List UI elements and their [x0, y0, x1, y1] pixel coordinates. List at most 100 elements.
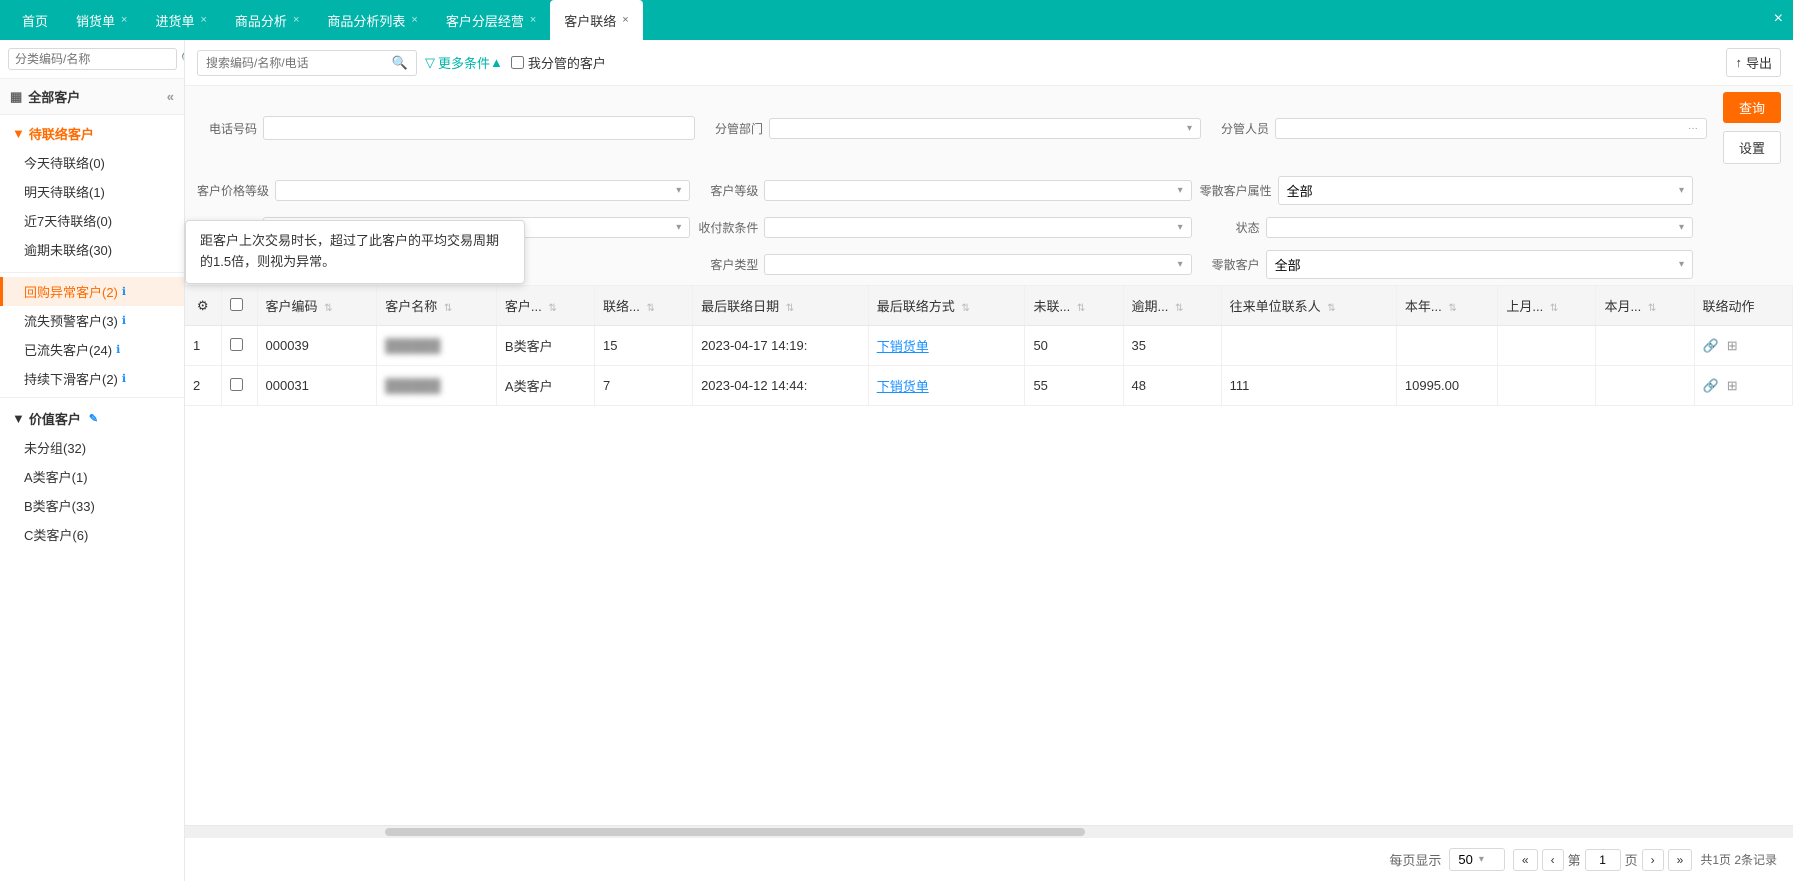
export-button[interactable]: ↑ 导出 [1726, 48, 1781, 77]
my-customer-checkbox[interactable]: 我分管的客户 [511, 53, 606, 72]
content-area: 🔍 ▽ 更多条件 ▲ 我分管的客户 ↑ 导出 电话号码 [185, 40, 1793, 881]
td-name-2[interactable]: ██████ [377, 366, 497, 406]
sidebar-item-7days[interactable]: 近7天待联络(0) [0, 206, 184, 235]
prev-page-button[interactable]: ‹ [1542, 849, 1564, 871]
th-settings[interactable]: ⚙ [185, 286, 221, 326]
info-icon-declining[interactable]: ℹ [122, 372, 126, 385]
gender-chevron-icon: ▾ [676, 222, 681, 233]
phone-input[interactable] [263, 116, 695, 140]
nav-customer-segment[interactable]: 客户分层经营 × [432, 0, 550, 40]
th-this-year[interactable]: 本年... ⇅ [1396, 286, 1497, 326]
select-all-checkbox[interactable] [230, 298, 243, 311]
th-unlink[interactable]: 未联... ⇅ [1025, 286, 1123, 326]
horizontal-scrollbar[interactable] [185, 825, 1793, 837]
customer-type-select[interactable]: ▾ [764, 254, 1191, 275]
th-category[interactable]: 客户... ⇅ [496, 286, 594, 326]
sidebar-item-overdue[interactable]: 逾期未联络(30) [0, 235, 184, 264]
value-customer-group-title[interactable]: ▼ 价值客户 ✎ [0, 404, 184, 433]
pending-contact-group-title[interactable]: ▼ 待联络客户 [0, 119, 184, 148]
value-customer-group: ▼ 价值客户 ✎ 未分组(32) A类客户(1) B类客户(33) C类客户(6… [0, 402, 184, 551]
person-dots-icon: ··· [1688, 123, 1698, 134]
status-select[interactable]: ▾ [1266, 217, 1693, 238]
filter-price-level-cell: 客户价格等级 ▾ [197, 180, 690, 201]
price-level-select[interactable]: ▾ [275, 180, 690, 201]
th-unit-contact[interactable]: 往来单位联系人 ⇅ [1221, 286, 1396, 326]
collapse-sidebar-icon[interactable]: « [167, 89, 174, 104]
customer-table: ⚙ 客户编码 ⇅ 客户名称 ⇅ 客户... ⇅ 联络... ⇅ 最后联络日期 ⇅… [185, 286, 1793, 406]
sidebar-item-class-a[interactable]: A类客户(1) [0, 462, 184, 491]
sidebar-search-input[interactable] [8, 48, 177, 70]
close-product-list-icon[interactable]: × [411, 14, 417, 26]
info-icon-abnormal[interactable]: ℹ [122, 285, 126, 298]
nav-customer-contact[interactable]: 客户联络 × [550, 0, 642, 40]
close-product-analysis-icon[interactable]: × [293, 14, 299, 26]
th-name[interactable]: 客户名称 ⇅ [377, 286, 497, 326]
sidebar-item-class-c[interactable]: C类客户(6) [0, 520, 184, 549]
sidebar-item-churn-warning[interactable]: 流失预警客户(3) ℹ [0, 306, 184, 335]
row2-checkbox[interactable] [230, 378, 243, 391]
my-customer-check[interactable] [511, 56, 524, 69]
nav-sales-order[interactable]: 销货单 × [62, 0, 141, 40]
nav-home[interactable]: 首页 [8, 0, 62, 40]
grid-icon-1[interactable]: ⊞ [1727, 338, 1738, 354]
th-last-month[interactable]: 上月... ⇅ [1498, 286, 1596, 326]
edit-value-icon[interactable]: ✎ [89, 412, 98, 425]
sidebar-item-abnormal-repurchase[interactable]: 回购异常客户(2) ℹ [0, 277, 184, 306]
td-year-1 [1396, 326, 1497, 366]
link-icon-2[interactable]: 🔗 [1703, 378, 1719, 394]
sidebar-item-declining[interactable]: 持续下滑客户(2) ℹ [0, 364, 184, 393]
th-this-month[interactable]: 本月... ⇅ [1596, 286, 1694, 326]
th-overdue[interactable]: 逾期... ⇅ [1123, 286, 1221, 326]
next-page-button[interactable]: › [1642, 849, 1664, 871]
close-purchase-order-icon[interactable]: × [200, 14, 206, 26]
grid-icon-2[interactable]: ⊞ [1727, 378, 1738, 394]
search-icon[interactable]: 🔍 [392, 55, 408, 71]
td-name-1[interactable]: ██████ [377, 326, 497, 366]
info-icon-churn[interactable]: ℹ [122, 314, 126, 327]
sidebar-item-unclassified[interactable]: 未分组(32) [0, 433, 184, 462]
sidebar-item-today[interactable]: 今天待联络(0) [0, 148, 184, 177]
page-number-input[interactable] [1585, 849, 1621, 871]
settings-button[interactable]: 设置 [1723, 131, 1781, 164]
td-check-2[interactable] [221, 366, 257, 406]
payment-select[interactable]: ▾ [764, 217, 1191, 238]
row1-checkbox[interactable] [230, 338, 243, 351]
td-method-1[interactable]: 下销货单 [868, 326, 1025, 366]
link-icon-1[interactable]: 🔗 [1703, 338, 1719, 354]
nav-product-analysis[interactable]: 商品分析 × [221, 0, 313, 40]
th-checkbox[interactable] [221, 286, 257, 326]
person-select[interactable]: ··· [1275, 118, 1707, 139]
action-icons-1: 🔗 ⊞ [1703, 338, 1784, 354]
query-button[interactable]: 查询 [1723, 92, 1781, 123]
th-contact-count[interactable]: 联络... ⇅ [594, 286, 692, 326]
sidebar-item-class-b[interactable]: B类客户(33) [0, 491, 184, 520]
close-customer-segment-icon[interactable]: × [530, 14, 536, 26]
td-method-2[interactable]: 下销货单 [868, 366, 1025, 406]
more-conditions-button[interactable]: ▽ 更多条件 ▲ [425, 53, 503, 72]
th-action: 联络动作 [1694, 286, 1792, 326]
sidebar-item-churned[interactable]: 已流失客户(24) ℹ [0, 335, 184, 364]
search-input[interactable] [206, 56, 388, 70]
retail-select[interactable]: 全部 ▾ [1266, 250, 1693, 279]
th-last-date[interactable]: 最后联络日期 ⇅ [693, 286, 869, 326]
info-icon-churned[interactable]: ℹ [116, 343, 120, 356]
close-sales-order-icon[interactable]: × [121, 14, 127, 26]
close-all-tabs-button[interactable]: × [1774, 10, 1783, 28]
dept-select[interactable]: ▾ [769, 118, 1201, 139]
td-year-2: 10995.00 [1396, 366, 1497, 406]
per-page-select[interactable]: 50 ▾ [1449, 848, 1505, 871]
th-last-method[interactable]: 最后联络方式 ⇅ [868, 286, 1025, 326]
last-page-button[interactable]: » [1668, 849, 1693, 871]
table-row: 2 000031 ██████ A类客户 7 2023-04-12 14:44:… [185, 366, 1793, 406]
first-page-button[interactable]: « [1513, 849, 1538, 871]
level-select[interactable]: ▾ [764, 180, 1191, 201]
scrollbar-thumb[interactable] [385, 828, 1085, 836]
retail-attr-select[interactable]: 全部 ▾ [1278, 176, 1693, 205]
nav-product-list[interactable]: 商品分析列表 × [313, 0, 431, 40]
sidebar-item-tomorrow[interactable]: 明天待联络(1) [0, 177, 184, 206]
th-code[interactable]: 客户编码 ⇅ [257, 286, 377, 326]
close-customer-contact-icon[interactable]: × [622, 14, 628, 26]
nav-purchase-order[interactable]: 进货单 × [141, 0, 220, 40]
td-overdue-1: 35 [1123, 326, 1221, 366]
td-check-1[interactable] [221, 326, 257, 366]
